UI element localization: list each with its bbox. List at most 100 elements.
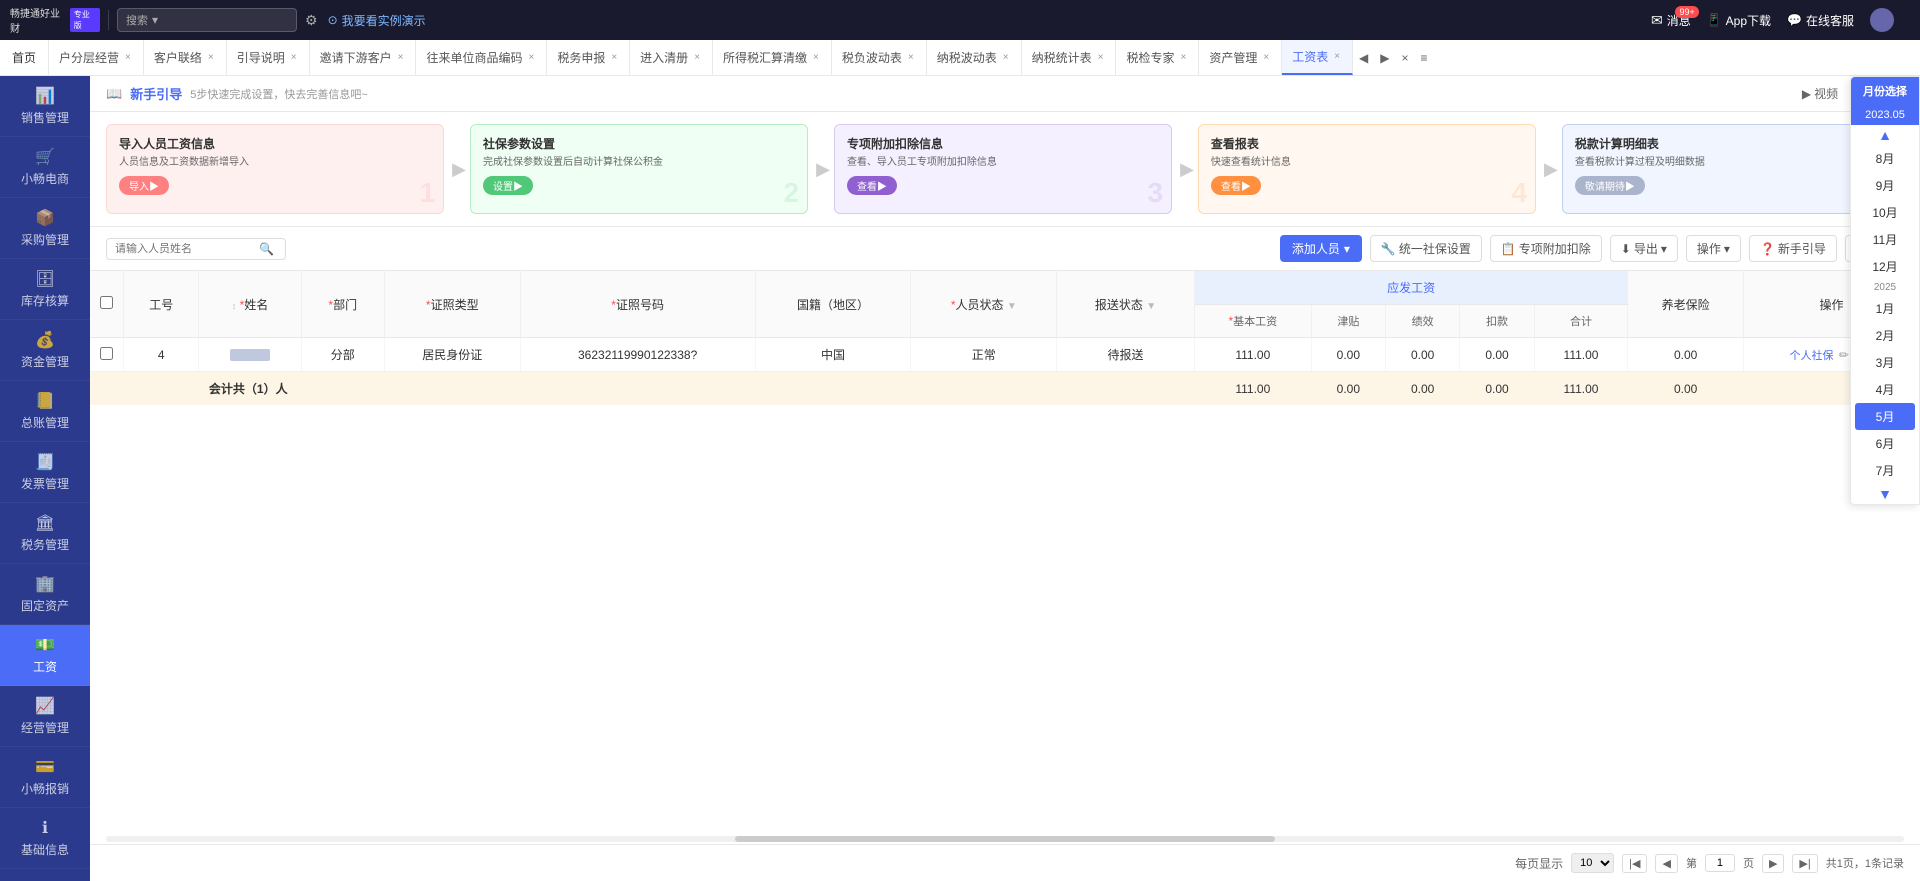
scroll-thumb[interactable] (735, 836, 1274, 842)
personal-social-link[interactable]: 个人社保 (1790, 350, 1834, 362)
close-icon[interactable]: × (123, 51, 133, 64)
page-label: 页 (1743, 855, 1754, 871)
sidebar-item-inventory[interactable]: 🗄 库存核算 (0, 259, 90, 320)
close-icon[interactable]: × (692, 51, 702, 64)
demo-link[interactable]: ⊙ 我要看实例演示 (328, 12, 426, 29)
logo-badge: 专业版 (70, 8, 100, 32)
sidebar-item-system[interactable]: ⚙ 系统管理 (0, 869, 90, 881)
month-5[interactable]: 5月 (1855, 403, 1915, 430)
sidebar-item-invoice[interactable]: 🧾 发票管理 (0, 442, 90, 503)
guide-subtitle: 5步快速完成设置，快去完善信息吧~ (190, 86, 368, 102)
row-checkbox[interactable] (100, 347, 113, 360)
tab-shuifub[interactable]: 税负波动表× (832, 40, 927, 75)
search-icon[interactable]: 🔍 (259, 242, 274, 256)
month-12[interactable]: 12月 (1851, 253, 1919, 280)
month-up-button[interactable]: ▲ (1874, 127, 1896, 143)
step-5-button[interactable]: 敬请期待▶ (1575, 176, 1645, 195)
tab-kehu[interactable]: 客户联络× (144, 40, 227, 75)
tab-fenceng[interactable]: 户分层经营× (49, 40, 144, 75)
new-guide-button[interactable]: ❓ 新手引导 (1749, 235, 1837, 262)
close-icon[interactable]: × (526, 51, 536, 64)
close-icon[interactable]: × (906, 51, 916, 64)
search-dropdown-icon[interactable]: ▾ (152, 13, 158, 27)
tab-next-button[interactable]: ▶ (1374, 40, 1395, 75)
online-service-button[interactable]: 💬 在线客服 (1787, 12, 1854, 29)
tab-wanglai[interactable]: 往来单位商品编码× (416, 40, 547, 75)
last-page-button[interactable]: ▶| (1792, 854, 1817, 873)
close-icon[interactable]: × (609, 51, 619, 64)
tab-close-all-button[interactable]: × (1396, 40, 1415, 75)
tab-yaoqing[interactable]: 邀请下游客户× (310, 40, 417, 75)
close-icon[interactable]: × (206, 51, 216, 64)
close-icon[interactable]: × (1001, 51, 1011, 64)
tab-shuiwu[interactable]: 税务申报× (547, 40, 630, 75)
export-button[interactable]: ⬇ 导出 ▾ (1610, 235, 1678, 262)
tab-prev-button[interactable]: ◀ (1353, 40, 1374, 75)
tab-yindao[interactable]: 引导说明× (227, 40, 310, 75)
sidebar-item-fund[interactable]: 💰 资金管理 (0, 320, 90, 381)
close-icon[interactable]: × (1096, 51, 1106, 64)
month-1[interactable]: 1月 (1851, 295, 1919, 322)
tab-suodeshui[interactable]: 所得税汇算清缴× (713, 40, 832, 75)
unified-social-button[interactable]: 🔧 统一社保设置 (1370, 235, 1482, 262)
sidebar-item-ecommerce[interactable]: 🛒 小畅电商 (0, 137, 90, 198)
tab-gongzi[interactable]: 工资表× (1282, 40, 1353, 75)
month-9[interactable]: 9月 (1851, 172, 1919, 199)
tab-zichan[interactable]: 资产管理× (1199, 40, 1282, 75)
tab-nashui[interactable]: 纳税波动表× (927, 40, 1022, 75)
close-icon[interactable]: × (289, 51, 299, 64)
sidebar-item-fixed-asset[interactable]: 🏢 固定资产 (0, 564, 90, 625)
tab-nashuitongji[interactable]: 纳税统计表× (1022, 40, 1117, 75)
prev-page-button[interactable]: ◀ (1655, 854, 1677, 873)
status-filter-icon[interactable]: ▼ (1007, 301, 1017, 312)
next-page-button[interactable]: ▶ (1762, 854, 1784, 873)
tab-qingce[interactable]: 进入清册× (630, 40, 713, 75)
month-4[interactable]: 4月 (1851, 376, 1919, 403)
month-3[interactable]: 3月 (1851, 349, 1919, 376)
step-3-button[interactable]: 查看▶ (847, 176, 897, 195)
sidebar-item-basic[interactable]: ℹ 基础信息 (0, 808, 90, 869)
sidebar-item-sales[interactable]: 📊 销售管理 (0, 76, 90, 137)
header-search-box[interactable]: 搜索 ▾ (117, 8, 297, 32)
first-page-button[interactable]: |◀ (1622, 854, 1647, 873)
close-icon[interactable]: × (811, 51, 821, 64)
month-8[interactable]: 8月 (1851, 145, 1919, 172)
tab-shuijian[interactable]: 税检专家× (1116, 40, 1199, 75)
sidebar-item-purchase[interactable]: 📦 采购管理 (0, 198, 90, 259)
settings-icon[interactable]: ⚙ (305, 12, 318, 29)
step-1-button[interactable]: 导入▶ (119, 176, 169, 195)
close-icon[interactable]: × (1261, 51, 1271, 64)
report-filter-icon[interactable]: ▼ (1146, 301, 1156, 312)
video-link[interactable]: ▶ 视频 (1802, 85, 1838, 102)
sidebar-item-ledger[interactable]: 📒 总账管理 (0, 381, 90, 442)
sidebar-item-salary[interactable]: 💵 工资 (0, 625, 90, 686)
search-input[interactable] (115, 243, 255, 255)
sidebar-item-tax[interactable]: 🏛 税务管理 (0, 503, 90, 564)
app-download-button[interactable]: 📱 App下载 (1707, 12, 1771, 29)
month-7[interactable]: 7月 (1851, 457, 1919, 484)
special-deduction-button[interactable]: 📋 专项附加扣除 (1490, 235, 1602, 262)
tab-menu-button[interactable]: ≡ (1415, 40, 1434, 75)
search-input-box[interactable]: 🔍 (106, 238, 286, 260)
month-2[interactable]: 2月 (1851, 322, 1919, 349)
select-all-checkbox[interactable] (100, 296, 113, 309)
close-icon[interactable]: × (1178, 51, 1188, 64)
per-page-select[interactable]: 10 20 50 (1571, 853, 1614, 873)
add-person-button[interactable]: 添加人员 ▾ (1280, 235, 1362, 262)
step-2-button[interactable]: 设置▶ (483, 176, 533, 195)
month-6[interactable]: 6月 (1851, 430, 1919, 457)
avatar[interactable] (1870, 8, 1894, 32)
close-icon[interactable]: × (1332, 50, 1342, 63)
tab-home[interactable]: 首页 (0, 40, 49, 75)
month-down-button[interactable]: ▼ (1874, 486, 1896, 502)
operation-button[interactable]: 操作 ▾ (1686, 235, 1741, 262)
sidebar-item-expense[interactable]: 💳 小畅报销 (0, 747, 90, 808)
sidebar-item-management[interactable]: 📈 经营管理 (0, 686, 90, 747)
close-icon[interactable]: × (396, 51, 406, 64)
edit-icon[interactable]: ✏ (1839, 348, 1849, 362)
message-button[interactable]: ✉ 消息 99+ (1651, 12, 1691, 29)
month-11[interactable]: 11月 (1851, 226, 1919, 253)
month-10[interactable]: 10月 (1851, 199, 1919, 226)
step-4-button[interactable]: 查看▶ (1211, 176, 1261, 195)
page-number-input[interactable] (1705, 854, 1735, 872)
